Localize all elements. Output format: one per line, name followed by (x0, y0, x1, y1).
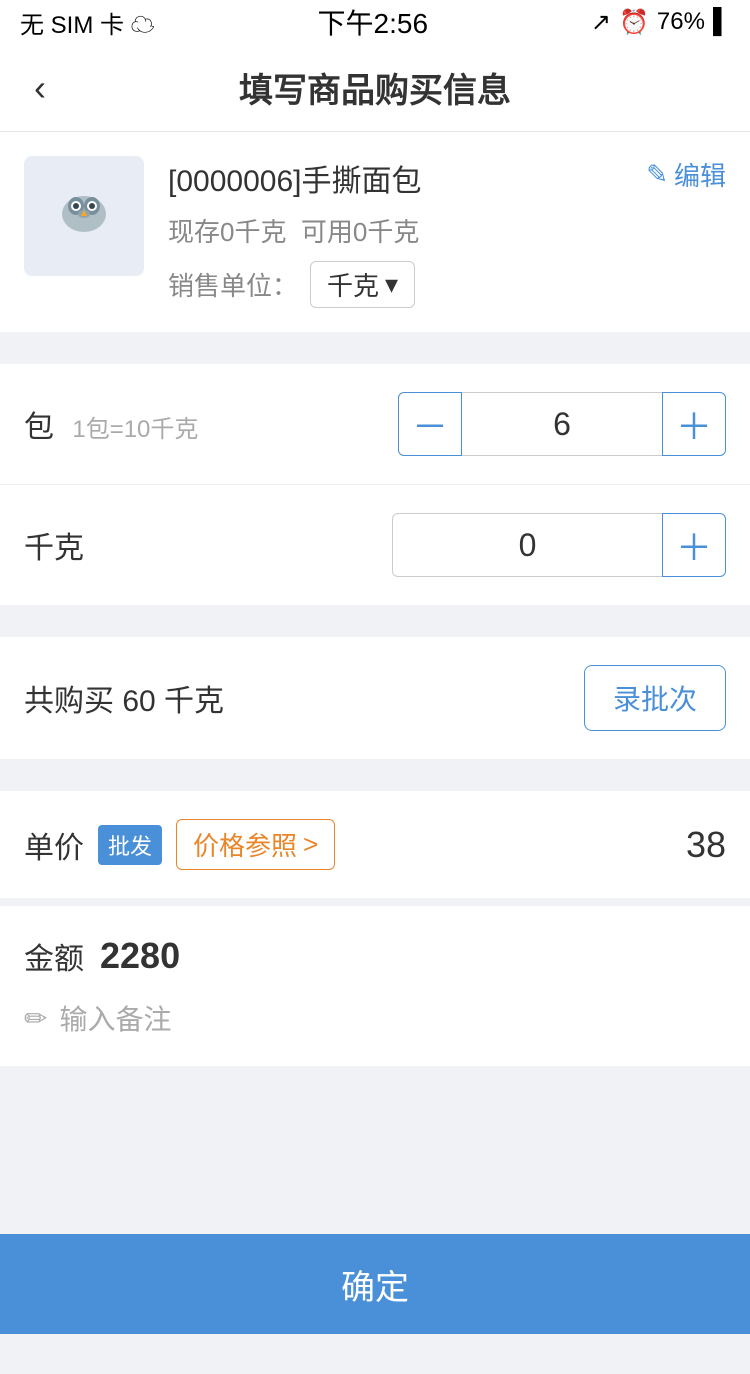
bag-hint: 1包=10千克 (72, 416, 198, 443)
record-batch-button[interactable]: 录批次 (584, 665, 726, 731)
note-row[interactable]: ✏ 输入备注 (24, 998, 726, 1038)
note-placeholder: 输入备注 (59, 998, 171, 1038)
confirm-bar[interactable]: 确定 (0, 1234, 750, 1334)
product-thumbnail (24, 156, 144, 276)
divider-2 (0, 621, 750, 637)
status-right: ↗ ⏰ 76% ▌ (591, 8, 730, 37)
amount-label: 金额 (24, 934, 84, 978)
battery-label: 76% (657, 8, 705, 36)
summary-section: 共购买 60 千克 录批次 (0, 637, 750, 759)
nav-bar: ‹ 填写商品购买信息 (0, 44, 750, 132)
kg-qty-input[interactable] (392, 513, 662, 577)
bag-qty-input[interactable] (462, 392, 662, 456)
price-row: 单价 批发 价格参照 > 38 (0, 791, 750, 898)
bag-minus-button[interactable]: － (398, 392, 462, 456)
edit-button[interactable]: ✎ 编辑 (646, 156, 726, 193)
price-reference-button[interactable]: 价格参照 > (176, 819, 335, 870)
kg-plus-button[interactable]: ＋ (662, 513, 726, 577)
bag-plus-button[interactable]: ＋ (662, 392, 726, 456)
divider-1 (0, 348, 750, 364)
amount-row: 金额 2280 (24, 934, 726, 978)
back-button[interactable]: ‹ (24, 57, 56, 119)
status-time: 下午2:56 (318, 2, 429, 42)
product-info: [0000006]手撕面包 现存0千克 可用0千克 销售单位： 千克 ▾ (168, 156, 726, 308)
page-title: 填写商品购买信息 (239, 63, 511, 112)
pencil-icon: ✏ (24, 1002, 47, 1035)
price-type-badge: 批发 (98, 825, 162, 865)
sim-label: 无 SIM 卡 ☁ (20, 5, 155, 40)
summary-text: 共购买 60 千克 (24, 676, 224, 720)
status-bar: 无 SIM 卡 ☁ 下午2:56 ↗ ⏰ 76% ▌ (0, 0, 750, 44)
price-section: 单价 批发 价格参照 > 38 (0, 791, 750, 898)
quantity-section: 包 1包=10千克 － ＋ 千克 ＋ (0, 364, 750, 605)
battery-icon: ▌ (713, 8, 730, 36)
chevron-right-icon: > (303, 829, 318, 860)
bag-qty-control: － ＋ (398, 392, 726, 456)
product-card: [0000006]手撕面包 现存0千克 可用0千克 销售单位： 千克 ▾ ✎ 编… (0, 132, 750, 332)
unit-select[interactable]: 千克 ▾ (310, 261, 415, 308)
edit-icon: ✎ (646, 159, 668, 190)
kg-qty-control: ＋ (392, 513, 726, 577)
alarm-icon: ⏰ (619, 8, 649, 37)
summary-row: 共购买 60 千克 录批次 (0, 637, 750, 759)
amount-section: 金额 2280 ✏ 输入备注 (0, 906, 750, 1066)
product-stock: 现存0千克 可用0千克 (168, 212, 726, 249)
bag-row: 包 1包=10千克 － ＋ (0, 364, 750, 485)
location-icon: ↗ (591, 8, 611, 37)
price-value: 38 (686, 824, 726, 866)
kg-row: 千克 ＋ (0, 485, 750, 605)
price-label: 单价 (24, 823, 84, 867)
amount-value: 2280 (100, 935, 180, 977)
product-name: [0000006]手撕面包 (168, 156, 726, 200)
confirm-button[interactable]: 确定 (341, 1260, 409, 1309)
divider-3 (0, 775, 750, 791)
status-left: 无 SIM 卡 ☁ (20, 5, 155, 40)
bag-label: 包 1包=10千克 (24, 402, 398, 446)
chevron-down-icon: ▾ (385, 269, 398, 300)
kg-label: 千克 (24, 523, 392, 567)
product-unit: 销售单位： 千克 ▾ (168, 261, 726, 308)
product-logo (54, 180, 114, 252)
